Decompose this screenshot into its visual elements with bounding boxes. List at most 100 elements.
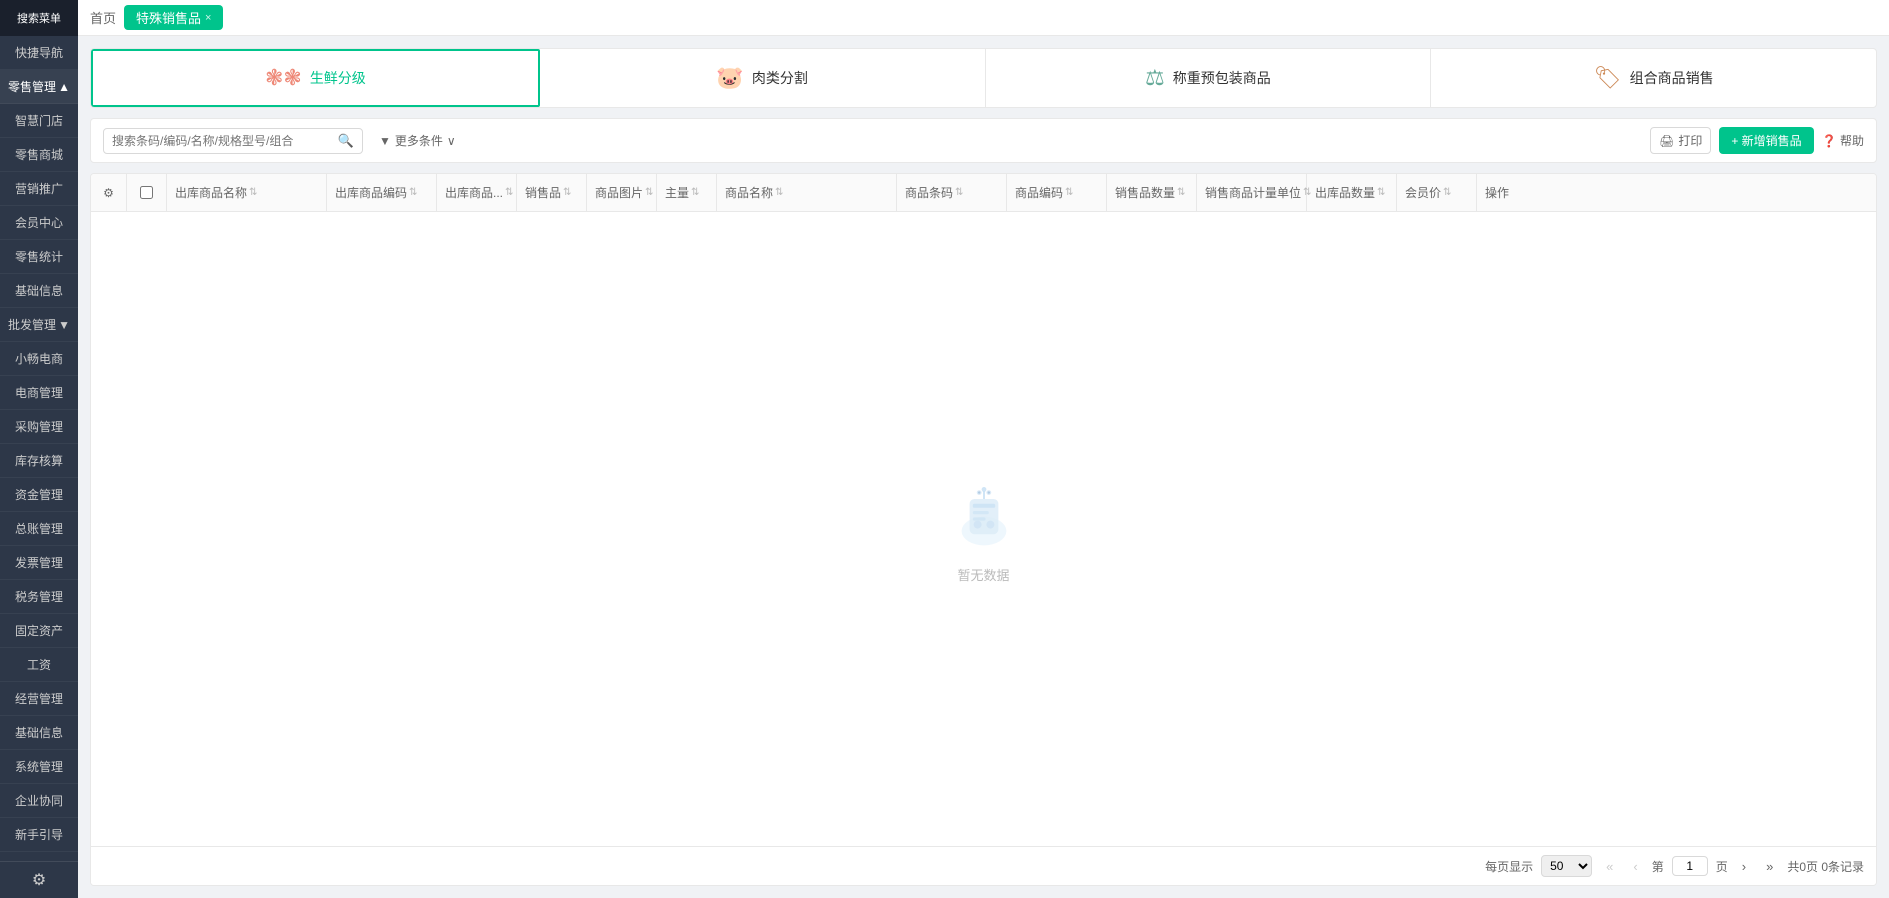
sidebar-item-basic-info2[interactable]: 基础信息 bbox=[0, 716, 78, 750]
prev-page-button[interactable]: ‹ bbox=[1627, 857, 1643, 876]
sidebar-item-general-ledger[interactable]: 总账管理 bbox=[0, 512, 78, 546]
th-label: 商品名称 bbox=[725, 184, 773, 201]
th-out-qty: 出库品数量 ⇅ bbox=[1307, 174, 1397, 211]
topbar: 首页 特殊销售品 × bbox=[78, 0, 1889, 36]
print-button[interactable]: 🖨 打印 bbox=[1650, 127, 1711, 154]
main-area: 首页 特殊销售品 × ❃❃ 生鲜分级 🐷 肉类分割 ⚖ 称重预包装商品 🏷 组合… bbox=[78, 0, 1889, 898]
help-label: 帮助 bbox=[1840, 134, 1864, 148]
sort-icon[interactable]: ⇅ bbox=[1443, 187, 1451, 198]
help-icon: ❓ bbox=[1822, 134, 1837, 148]
th-settings[interactable]: ⚙ bbox=[91, 174, 127, 211]
sidebar-item-sys-mgmt[interactable]: 系统管理 bbox=[0, 750, 78, 784]
sidebar: 搜索菜单 快捷导航 零售管理 ▲ 智慧门店 零售商城 营销推广 会员中心 零售统… bbox=[0, 0, 78, 898]
sidebar-item-retail-mall[interactable]: 零售商城 bbox=[0, 138, 78, 172]
search-box[interactable]: 🔍 bbox=[103, 128, 363, 154]
sidebar-item-basic-info[interactable]: 基础信息 bbox=[0, 274, 78, 308]
tab-scale-pack[interactable]: ⚖ 称重预包装商品 bbox=[986, 49, 1432, 107]
sort-icon[interactable]: ⇅ bbox=[1065, 187, 1073, 198]
sidebar-item-invoice-mgmt[interactable]: 发票管理 bbox=[0, 546, 78, 580]
tab-combo[interactable]: 🏷 组合商品销售 bbox=[1431, 49, 1876, 107]
next-page-button[interactable]: › bbox=[1736, 857, 1752, 876]
category-tabs: ❃❃ 生鲜分级 🐷 肉类分割 ⚖ 称重预包装商品 🏷 组合商品销售 bbox=[90, 48, 1877, 108]
th-out-name: 出库商品名称 ⇅ bbox=[167, 174, 327, 211]
home-link[interactable]: 首页 bbox=[90, 8, 116, 27]
sidebar-item-purchase-mgmt[interactable]: 采购管理 bbox=[0, 410, 78, 444]
sidebar-item-quick-nav[interactable]: 快捷导航 bbox=[0, 36, 78, 70]
tab-fresh-grade[interactable]: ❃❃ 生鲜分级 bbox=[91, 49, 540, 107]
sort-icon[interactable]: ⇅ bbox=[1377, 187, 1385, 198]
th-label: 出库商品编码 bbox=[335, 184, 407, 201]
sort-icon[interactable]: ⇅ bbox=[409, 187, 417, 198]
sidebar-item-label: 零售管理 bbox=[8, 78, 56, 95]
sidebar-item-ops-mgmt[interactable]: 经营管理 bbox=[0, 682, 78, 716]
first-page-button[interactable]: « bbox=[1600, 857, 1619, 876]
sort-icon[interactable]: ⇅ bbox=[691, 187, 699, 198]
sort-icon[interactable]: ⇅ bbox=[249, 187, 257, 198]
sort-icon[interactable]: ⇅ bbox=[563, 187, 571, 198]
sort-icon[interactable]: ⇅ bbox=[505, 187, 513, 198]
last-page-button[interactable]: » bbox=[1760, 857, 1779, 876]
th-label: 销售商品计量单位 bbox=[1205, 184, 1301, 201]
sidebar-item-labor[interactable]: 工资 bbox=[0, 648, 78, 682]
sidebar-item-mini-ecom[interactable]: 小畅电商 bbox=[0, 342, 78, 376]
combo-icon: 🏷 bbox=[1594, 65, 1622, 91]
th-main: 主量 ⇅ bbox=[657, 174, 717, 211]
search-input[interactable] bbox=[112, 134, 334, 148]
th-unit: 销售商品计量单位 ⇅ bbox=[1197, 174, 1307, 211]
per-page-select[interactable]: 50 10 20 100 bbox=[1541, 855, 1592, 877]
th-member-price: 会员价 ⇅ bbox=[1397, 174, 1477, 211]
th-label: 操作 bbox=[1485, 184, 1509, 201]
content-area: ❃❃ 生鲜分级 🐷 肉类分割 ⚖ 称重预包装商品 🏷 组合商品销售 🔍 bbox=[78, 36, 1889, 898]
active-tab[interactable]: 特殊销售品 × bbox=[124, 5, 223, 30]
tab-label: 称重预包装商品 bbox=[1173, 68, 1271, 88]
sidebar-item-retail-mgmt[interactable]: 零售管理 ▲ bbox=[0, 70, 78, 104]
th-label: 商品编码 bbox=[1015, 184, 1063, 201]
th-label: 出库品数量 bbox=[1315, 184, 1375, 201]
search-icon: 🔍 bbox=[338, 133, 354, 149]
th-label: 会员价 bbox=[1405, 184, 1441, 201]
select-all-checkbox[interactable] bbox=[140, 186, 153, 199]
meat-cut-icon: 🐷 bbox=[716, 65, 743, 91]
current-page-input[interactable] bbox=[1672, 856, 1708, 876]
th-sale: 销售品 ⇅ bbox=[517, 174, 587, 211]
th-label: 主量 bbox=[665, 184, 689, 201]
new-sale-button[interactable]: + 新增销售品 bbox=[1719, 127, 1813, 154]
tab-label: 肉类分割 bbox=[752, 68, 808, 88]
sidebar-item-wholesale-mgmt[interactable]: 批发管理 ▼ bbox=[0, 308, 78, 342]
table-header: ⚙ 出库商品名称 ⇅ 出库商品编码 ⇅ 出库商品... ⇅ bbox=[91, 174, 1876, 212]
toolbar-right: 🖨 打印 + 新增销售品 ❓ 帮助 bbox=[1650, 127, 1864, 154]
per-page-label: 每页显示 bbox=[1485, 858, 1533, 875]
sort-icon[interactable]: ⇅ bbox=[775, 187, 783, 198]
filter-arrow-icon: ∨ bbox=[447, 134, 456, 148]
sort-icon[interactable]: ⇅ bbox=[955, 187, 963, 198]
sidebar-item-enterprise[interactable]: 企业协同 bbox=[0, 784, 78, 818]
filter-button[interactable]: ▼ 更多条件 ∨ bbox=[371, 128, 464, 153]
pagination: 每页显示 50 10 20 100 « ‹ 第 页 › » 共0页 0条记录 bbox=[91, 846, 1876, 885]
sidebar-logo[interactable]: 搜索菜单 bbox=[0, 0, 78, 36]
sort-icon[interactable]: ⇅ bbox=[1177, 187, 1185, 198]
help-button[interactable]: ❓ 帮助 bbox=[1822, 132, 1864, 149]
sidebar-item-inventory[interactable]: 库存核算 bbox=[0, 444, 78, 478]
sidebar-item-sales-promo[interactable]: 营销推广 bbox=[0, 172, 78, 206]
settings-icon[interactable]: ⚙ bbox=[0, 861, 78, 898]
sidebar-item-new-guide[interactable]: 新手引导 bbox=[0, 818, 78, 852]
sidebar-item-fixed-assets[interactable]: 固定资产 bbox=[0, 614, 78, 648]
th-barcode: 商品条码 ⇅ bbox=[897, 174, 1007, 211]
tab-meat-cut[interactable]: 🐷 肉类分割 bbox=[540, 49, 986, 107]
sidebar-item-ecom-mgmt[interactable]: 电商管理 bbox=[0, 376, 78, 410]
th-sku: 商品编码 ⇅ bbox=[1007, 174, 1107, 211]
settings-col-icon: ⚙ bbox=[103, 186, 114, 200]
sidebar-item-label: 批发管理 bbox=[8, 316, 56, 333]
sidebar-item-smart-store[interactable]: 智慧门店 bbox=[0, 104, 78, 138]
th-check[interactable] bbox=[127, 174, 167, 211]
close-tab-icon[interactable]: × bbox=[205, 12, 211, 24]
sidebar-item-member-center[interactable]: 会员中心 bbox=[0, 206, 78, 240]
chevron-up-icon: ▲ bbox=[58, 80, 70, 94]
sidebar-item-tax-mgmt[interactable]: 税务管理 bbox=[0, 580, 78, 614]
sort-icon[interactable]: ⇅ bbox=[645, 187, 653, 198]
tab-label: 生鲜分级 bbox=[310, 68, 366, 88]
data-table: ⚙ 出库商品名称 ⇅ 出库商品编码 ⇅ 出库商品... ⇅ bbox=[90, 173, 1877, 886]
sidebar-item-fund-mgmt[interactable]: 资金管理 bbox=[0, 478, 78, 512]
th-label: 商品图片 bbox=[595, 184, 643, 201]
sidebar-item-retail-stats[interactable]: 零售统计 bbox=[0, 240, 78, 274]
